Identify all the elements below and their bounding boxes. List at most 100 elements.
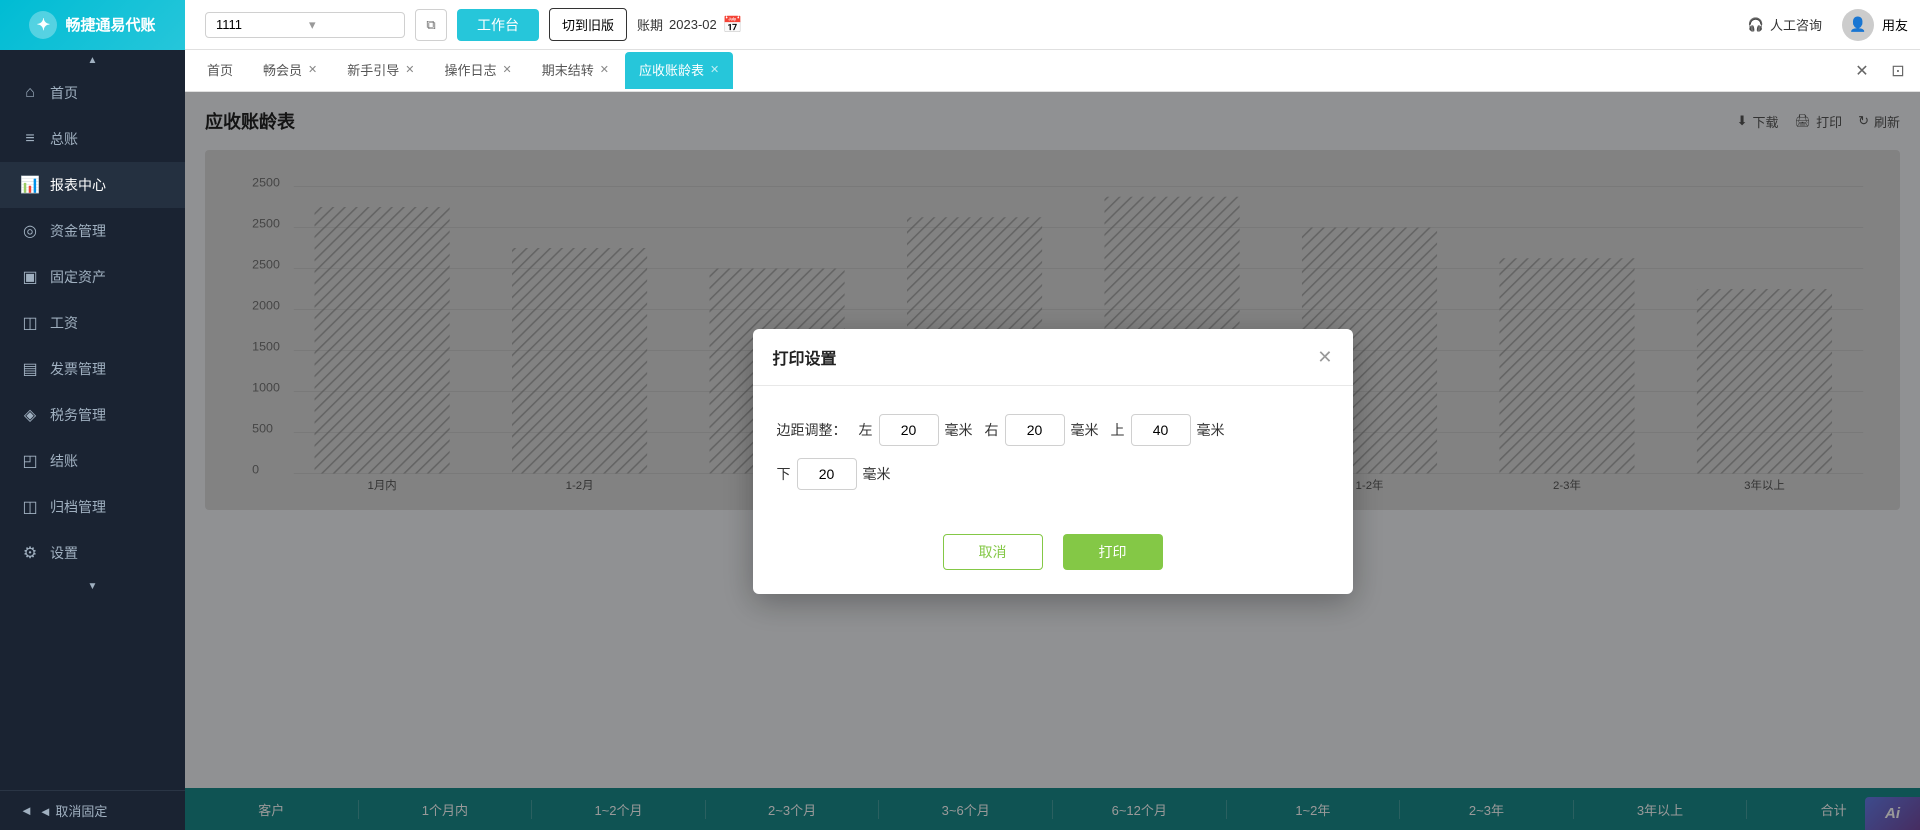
right-margin-group: 右 毫米 xyxy=(985,414,1099,446)
sidebar-item-invoice[interactable]: ▤ 发票管理 xyxy=(0,346,185,392)
user-name: 用友 xyxy=(1882,15,1908,34)
left-margin-input[interactable] xyxy=(879,414,939,446)
bottom-margin-group: 下 毫米 xyxy=(777,458,891,490)
margin-row: 边距调整： 左 毫米 右 毫米 xyxy=(777,414,1329,490)
tab-aging-label: 应收账龄表 xyxy=(639,60,704,79)
calendar-icon[interactable]: 📅 xyxy=(723,15,743,35)
sidebar-footer-label: ◄ 取消固定 xyxy=(39,801,107,820)
old-version-button[interactable]: 切到旧版 xyxy=(549,8,627,41)
print-settings-dialog: 打印设置 ✕ 边距调整： 左 毫米 右 xyxy=(753,329,1353,594)
tab-aging[interactable]: 应收账龄表 ✕ xyxy=(625,52,733,89)
invoice-icon: ▤ xyxy=(20,359,40,379)
sidebar-item-settings[interactable]: ⚙ 设置 xyxy=(0,530,185,576)
sidebar-item-salary[interactable]: ◫ 工资 xyxy=(0,300,185,346)
archive-icon: ◫ xyxy=(20,497,40,517)
tab-period-close-label: 期末结转 xyxy=(542,60,594,79)
left-label: 左 xyxy=(859,420,873,440)
app-name: 畅捷通易代账 xyxy=(65,14,155,35)
sidebar-item-label: 工资 xyxy=(50,313,78,333)
avatar-icon: 👤 xyxy=(1849,16,1866,33)
tab-oplog[interactable]: 操作日志 ✕ xyxy=(430,52,525,89)
top-label: 上 xyxy=(1111,420,1125,440)
right-unit: 毫米 xyxy=(1071,420,1099,440)
sidebar-item-checkout[interactable]: ◰ 结账 xyxy=(0,438,185,484)
tab-guide-label: 新手引导 xyxy=(347,60,399,79)
tab-guide[interactable]: 新手引导 ✕ xyxy=(333,52,428,89)
tab-home[interactable]: 首页 xyxy=(193,52,247,89)
headphone-icon: 🎧 xyxy=(1748,17,1764,33)
sidebar-scroll-up[interactable]: ▲ xyxy=(0,50,185,70)
close-icon[interactable]: ✕ xyxy=(600,63,609,76)
left-margin-group: 左 毫米 xyxy=(859,414,973,446)
header-right: 🎧 人工咨询 👤 用友 xyxy=(1748,9,1908,41)
close-icon[interactable]: ✕ xyxy=(405,63,414,76)
copy-button[interactable]: ⧉ xyxy=(415,9,447,41)
sidebar-item-archive[interactable]: ◫ 归档管理 xyxy=(0,484,185,530)
sidebar-pin-toggle[interactable]: ◄ ◄ 取消固定 xyxy=(0,790,185,830)
sidebar-item-label: 首页 xyxy=(50,83,78,103)
close-icon[interactable]: ✕ xyxy=(710,63,719,76)
close-all-tabs-button[interactable]: ✕ xyxy=(1848,57,1876,85)
sidebar-item-label: 结账 xyxy=(50,451,78,471)
top-margin-group: 上 毫米 xyxy=(1111,414,1225,446)
sidebar-item-ledger[interactable]: ≡ 总账 xyxy=(0,116,185,162)
modal-close-button[interactable]: ✕ xyxy=(1317,348,1332,366)
top-header: ✦ 畅捷通易代账 1111 ▾ ⧉ 工作台 切到旧版 账期 2023-02 📅 … xyxy=(0,0,1920,50)
bottom-label: 下 xyxy=(777,464,791,484)
tab-oplog-label: 操作日志 xyxy=(444,60,496,79)
tab-bar: 首页 畅会员 ✕ 新手引导 ✕ 操作日志 ✕ 期末结转 ✕ 应收账龄表 ✕ xyxy=(185,50,1920,92)
sidebar-item-label: 税务管理 xyxy=(50,405,106,425)
sidebar-item-funds[interactable]: ◎ 资金管理 xyxy=(0,208,185,254)
period-area: 账期 2023-02 📅 xyxy=(637,15,743,35)
modal-header: 打印设置 ✕ xyxy=(753,329,1353,386)
sidebar-item-label: 固定资产 xyxy=(50,267,106,287)
sidebar-item-label: 资金管理 xyxy=(50,221,106,241)
modal-body: 边距调整： 左 毫米 右 毫米 xyxy=(753,386,1353,518)
sidebar-item-tax[interactable]: ◈ 税务管理 xyxy=(0,392,185,438)
bottom-unit: 毫米 xyxy=(863,464,891,484)
close-icon[interactable]: ✕ xyxy=(308,63,317,76)
ledger-icon: ≡ xyxy=(20,130,40,148)
company-name: 1111 xyxy=(216,17,301,32)
sidebar-item-reports[interactable]: 📊 报表中心 xyxy=(0,162,185,208)
modal-footer: 取消 打印 xyxy=(753,518,1353,594)
salary-icon: ◫ xyxy=(20,313,40,333)
pin-icon: ◄ xyxy=(20,803,33,818)
main-layout: ▲ ⌂ 首页 ≡ 总账 📊 报表中心 ◎ 资金管理 ▣ 固定资产 ◫ 工资 ▤ … xyxy=(0,50,1920,830)
consult-button[interactable]: 🎧 人工咨询 xyxy=(1748,15,1822,34)
workbench-button[interactable]: 工作台 xyxy=(457,9,539,41)
expand-button[interactable]: ⊡ xyxy=(1884,57,1912,85)
home-icon: ⌂ xyxy=(20,84,40,102)
margin-adjust-label: 边距调整： xyxy=(777,420,847,440)
sidebar-item-label: 总账 xyxy=(50,129,78,149)
sidebar-item-assets[interactable]: ▣ 固定资产 xyxy=(0,254,185,300)
reports-icon: 📊 xyxy=(20,175,40,195)
tab-bar-right: ✕ ⊡ xyxy=(1848,57,1912,85)
assets-icon: ▣ xyxy=(20,267,40,287)
chevron-down-icon: ▾ xyxy=(309,17,394,33)
company-selector[interactable]: 1111 ▾ xyxy=(205,12,405,38)
right-margin-input[interactable] xyxy=(1005,414,1065,446)
top-margin-input[interactable] xyxy=(1131,414,1191,446)
sidebar-scroll-down[interactable]: ▼ xyxy=(0,576,185,596)
tab-member[interactable]: 畅会员 ✕ xyxy=(249,52,331,89)
period-label: 账期 xyxy=(637,15,663,34)
bottom-margin-input[interactable] xyxy=(797,458,857,490)
sidebar: ▲ ⌂ 首页 ≡ 总账 📊 报表中心 ◎ 资金管理 ▣ 固定资产 ◫ 工资 ▤ … xyxy=(0,50,185,830)
tab-home-label: 首页 xyxy=(207,60,233,79)
close-icon[interactable]: ✕ xyxy=(503,63,512,76)
cancel-button[interactable]: 取消 xyxy=(943,534,1043,570)
funds-icon: ◎ xyxy=(20,221,40,241)
avatar: 👤 xyxy=(1842,9,1874,41)
sidebar-item-home[interactable]: ⌂ 首页 xyxy=(0,70,185,116)
modal-title: 打印设置 xyxy=(773,345,837,369)
logo-icon: ✦ xyxy=(29,11,57,39)
page-content: 应收账龄表 ⬇ 下载 🖨 打印 ↻ 刷新 xyxy=(185,92,1920,830)
confirm-print-button[interactable]: 打印 xyxy=(1063,534,1163,570)
tax-icon: ◈ xyxy=(20,405,40,425)
settings-icon: ⚙ xyxy=(20,543,40,563)
logo: ✦ 畅捷通易代账 xyxy=(0,0,185,50)
user-area[interactable]: 👤 用友 xyxy=(1842,9,1908,41)
tab-period-close[interactable]: 期末结转 ✕ xyxy=(528,52,623,89)
content-area: 首页 畅会员 ✕ 新手引导 ✕ 操作日志 ✕ 期末结转 ✕ 应收账龄表 ✕ xyxy=(185,50,1920,830)
